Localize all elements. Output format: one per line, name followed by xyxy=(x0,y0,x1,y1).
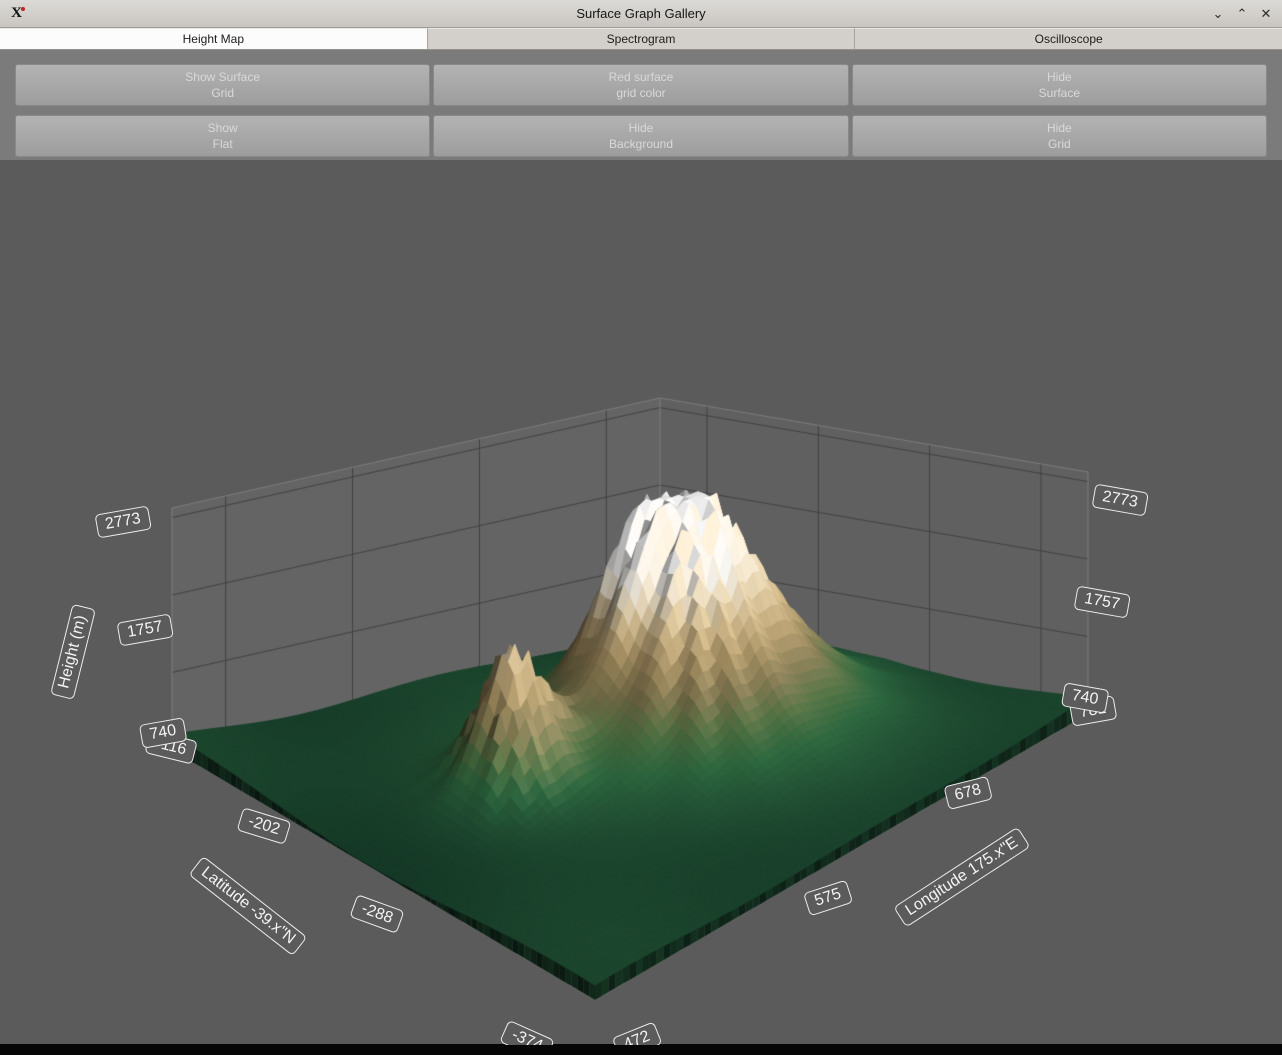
toggle-surface-grid-button[interactable]: Show Surface Grid xyxy=(15,64,430,106)
control-panel: Show Surface Grid Red surface grid color… xyxy=(0,50,1282,160)
button-label-line: Grid xyxy=(211,85,234,101)
button-label-line: Flat xyxy=(213,136,233,152)
toggle-surface-button[interactable]: Hide Surface xyxy=(852,64,1267,106)
button-label-line: Show xyxy=(208,120,238,136)
app-window: X Surface Graph Gallery ⌄ ⌃ ✕ Height Map… xyxy=(0,0,1282,1055)
button-label-line: grid color xyxy=(616,85,665,101)
bottom-bar xyxy=(0,1044,1282,1055)
close-button[interactable]: ✕ xyxy=(1254,2,1278,26)
toggle-background-button[interactable]: Hide Background xyxy=(433,115,848,157)
titlebar[interactable]: X Surface Graph Gallery ⌄ ⌃ ✕ xyxy=(0,0,1282,28)
maximize-button[interactable]: ⌃ xyxy=(1230,2,1254,26)
tab-spectrogram[interactable]: Spectrogram xyxy=(428,28,856,49)
button-label-line: Background xyxy=(609,136,673,152)
window-title: Surface Graph Gallery xyxy=(0,6,1282,21)
button-label-line: Grid xyxy=(1048,136,1071,152)
tab-oscilloscope[interactable]: Oscilloscope xyxy=(855,28,1282,49)
surface-grid-color-button[interactable]: Red surface grid color xyxy=(433,64,848,106)
button-label-line: Red surface xyxy=(609,69,674,85)
button-label-line: Hide xyxy=(629,120,654,136)
button-label-line: Hide xyxy=(1047,69,1072,85)
toggle-grid-button[interactable]: Hide Grid xyxy=(852,115,1267,157)
button-label-line: Show Surface xyxy=(185,69,260,85)
surface-plot-area: 27731757740Height (m)-116-202-288-374Lat… xyxy=(0,160,1282,1045)
toggle-flat-button[interactable]: Show Flat xyxy=(15,115,430,157)
app-icon[interactable]: X xyxy=(8,5,25,22)
button-label-line: Hide xyxy=(1047,120,1072,136)
window-controls: ⌄ ⌃ ✕ xyxy=(1206,0,1278,28)
tab-bar: Height Map Spectrogram Oscilloscope xyxy=(0,28,1282,50)
tab-height-map[interactable]: Height Map xyxy=(0,28,428,49)
minimize-button[interactable]: ⌄ xyxy=(1206,2,1230,26)
button-label-line: Surface xyxy=(1039,85,1080,101)
